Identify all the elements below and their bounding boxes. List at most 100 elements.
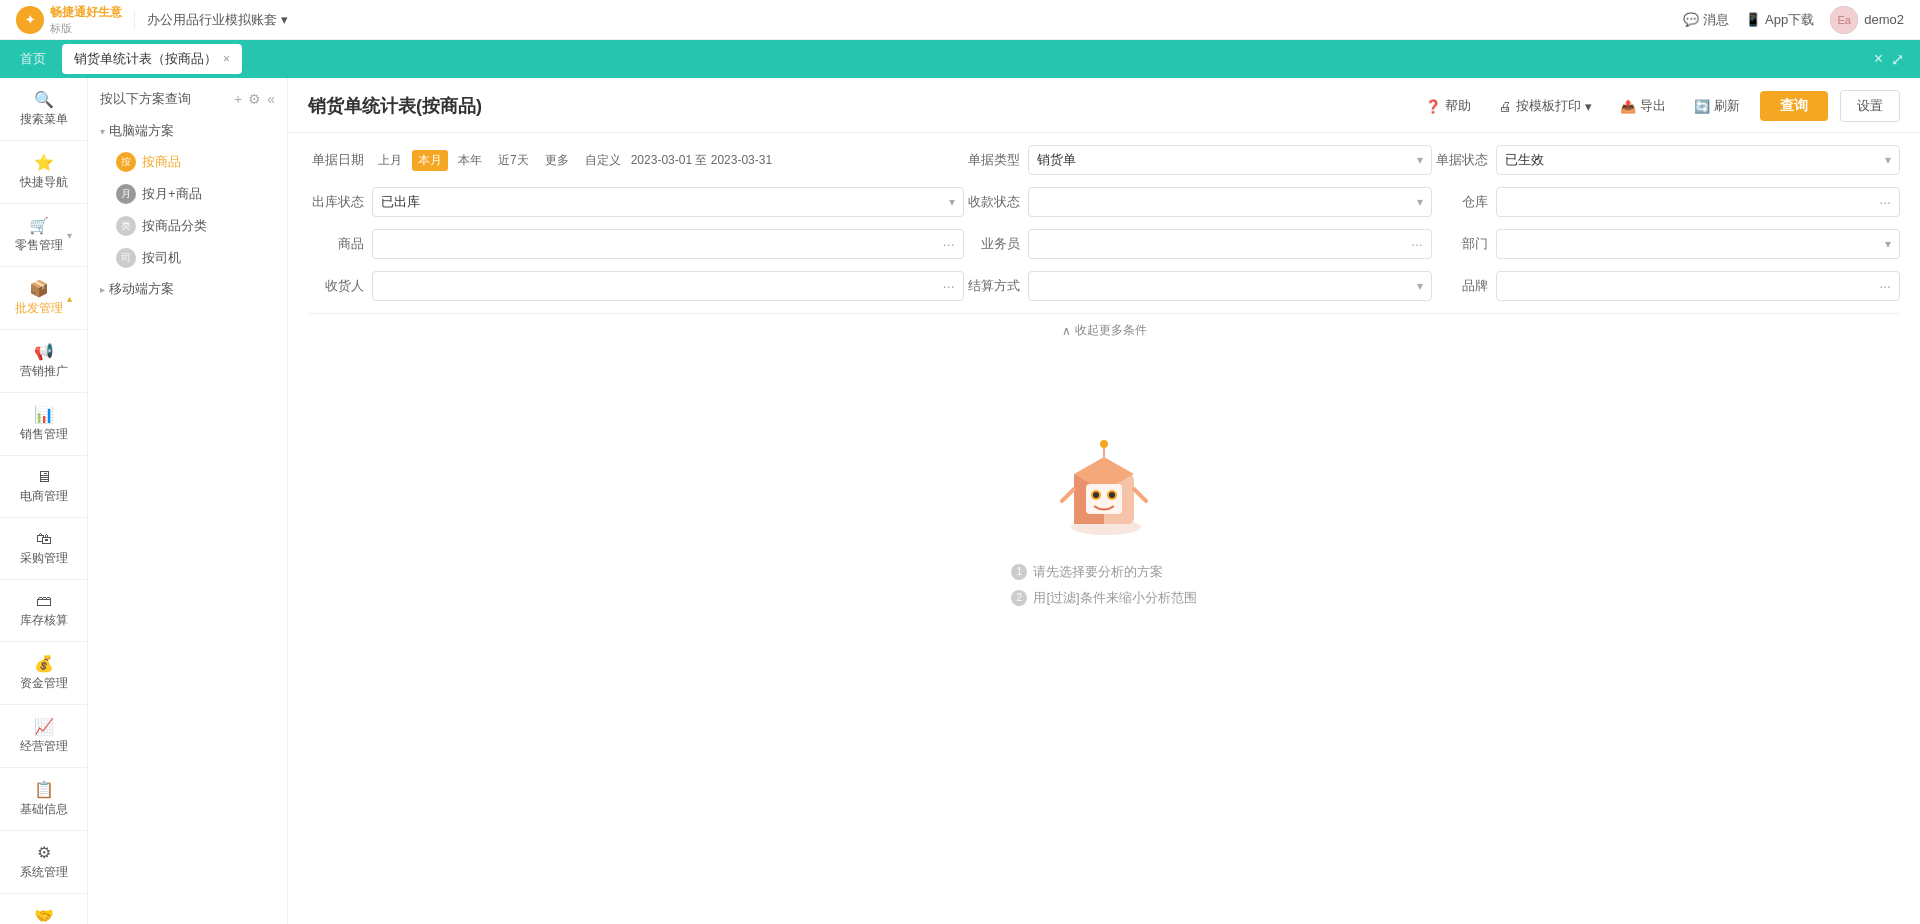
tab-home[interactable]: 首页 bbox=[8, 44, 58, 74]
sidebar-item-basic-info[interactable]: 📋 基础信息 bbox=[0, 768, 87, 831]
tab-maximize-icon[interactable]: ⤢ bbox=[1891, 50, 1904, 69]
industry-selector[interactable]: 办公用品行业模拟账套 ▾ bbox=[147, 11, 288, 29]
sidebar-item-management[interactable]: 📈 经营管理 bbox=[0, 705, 87, 768]
filter-row-4: 收货人 ··· 结算方式 品牌 bbox=[308, 271, 1900, 301]
filter-cell-staff: 业务员 ··· bbox=[964, 229, 1432, 259]
warehouse-more-icon[interactable]: ··· bbox=[1879, 194, 1891, 210]
brand-control[interactable]: ··· bbox=[1496, 271, 1900, 301]
sidebar-item-sales[interactable]: 📊 销售管理 bbox=[0, 393, 87, 456]
refresh-btn[interactable]: 🔄 刷新 bbox=[1686, 93, 1748, 119]
payment-status-dropdown-icon bbox=[1417, 195, 1423, 209]
filter-cell-recipient: 收货人 ··· bbox=[308, 271, 964, 301]
chevron-down-icon: ▾ bbox=[281, 12, 288, 27]
tab-close-icon[interactable]: × bbox=[223, 52, 230, 66]
tree-child-by-goods[interactable]: 按 按商品 bbox=[104, 146, 287, 178]
sidebar-item-cooperation[interactable]: 🤝 企业协同 bbox=[0, 894, 87, 924]
warehouse-control[interactable]: ··· bbox=[1496, 187, 1900, 217]
sidebar-item-wholesale[interactable]: 📦 批发管理 ▴ bbox=[0, 267, 87, 330]
page-actions: ❓ 帮助 🖨 按模板打印 ▾ 📤 导出 🔄 刷新 bbox=[1417, 90, 1900, 122]
sidebar-item-system[interactable]: ⚙ 系统管理 bbox=[0, 831, 87, 894]
warehouse-label: 仓库 bbox=[1432, 193, 1488, 211]
sidebar-item-ecommerce[interactable]: 🖥 电商管理 bbox=[0, 456, 87, 518]
export-btn[interactable]: 📤 导出 bbox=[1612, 93, 1674, 119]
collapse-panel-btn[interactable]: « bbox=[267, 91, 275, 107]
collapse-bar[interactable]: ∧ 收起更多条件 bbox=[308, 313, 1900, 347]
empty-illustration bbox=[1044, 419, 1164, 539]
header-sep bbox=[134, 10, 135, 30]
logo-text: 畅捷通好生意 标版 bbox=[50, 4, 122, 36]
date-tab-more[interactable]: 更多 bbox=[539, 150, 575, 171]
date-tab-this-year[interactable]: 本年 bbox=[452, 150, 488, 171]
date-tab-this-month[interactable]: 本月 bbox=[412, 150, 448, 171]
warehouse-status-dropdown-icon bbox=[949, 195, 955, 209]
tree-child-by-month-goods[interactable]: 月 按月+商品 bbox=[104, 178, 287, 210]
sidebar-item-quick-nav[interactable]: ⭐ 快捷导航 bbox=[0, 141, 87, 204]
page-title: 销货单统计表(按商品) bbox=[308, 94, 482, 118]
filter-cell-warehouse: 仓库 ··· bbox=[1432, 187, 1900, 217]
empty-tips: 1 请先选择要分析的方案 2 用[过滤]条件来缩小分析范围 bbox=[1011, 559, 1196, 611]
recipient-more-icon[interactable]: ··· bbox=[943, 278, 955, 294]
sidebar-item-inventory[interactable]: 🗃 库存核算 bbox=[0, 580, 87, 642]
tree-group-mobile: ▸ 移动端方案 bbox=[88, 274, 287, 304]
date-tab-last-month[interactable]: 上月 bbox=[372, 150, 408, 171]
message-btn[interactable]: 💬 消息 bbox=[1683, 11, 1729, 29]
sidebar-item-search[interactable]: 🔍 搜索菜单 bbox=[0, 78, 87, 141]
left-panel: 按以下方案查询 + ⚙ « ▾ 电脑端方案 按 按商品 bbox=[88, 78, 288, 924]
sidebar-item-finance[interactable]: 💰 资金管理 bbox=[0, 642, 87, 705]
refresh-icon: 🔄 bbox=[1694, 99, 1710, 114]
recipient-control[interactable]: ··· bbox=[372, 271, 964, 301]
tree-arrow-mobile-icon: ▸ bbox=[100, 284, 105, 295]
add-scheme-btn[interactable]: + bbox=[234, 91, 242, 107]
filter-row-3: 商品 ··· 业务员 ··· 部门 bbox=[308, 229, 1900, 259]
tree-child-by-category[interactable]: 类 按商品分类 bbox=[104, 210, 287, 242]
date-tabs: 上月 本月 本年 近7天 更多 自定义 bbox=[372, 150, 627, 171]
left-panel-title: 按以下方案查询 bbox=[100, 90, 191, 108]
scheme-icon-goods: 按 bbox=[116, 152, 136, 172]
sidebar-item-retail[interactable]: 🛒 零售管理 ▾ bbox=[0, 204, 87, 267]
print-btn[interactable]: 🖨 按模板打印 ▾ bbox=[1491, 93, 1600, 119]
tab-minimize-icon[interactable]: × bbox=[1874, 50, 1883, 68]
user-area[interactable]: Ea demo2 bbox=[1830, 6, 1904, 34]
settings-scheme-btn[interactable]: ⚙ bbox=[248, 91, 261, 107]
sidebar-item-marketing[interactable]: 📢 营销推广 bbox=[0, 330, 87, 393]
goods-more-icon[interactable]: ··· bbox=[943, 236, 955, 252]
type-label: 单据类型 bbox=[964, 151, 1020, 169]
settings-button[interactable]: 设置 bbox=[1840, 90, 1900, 122]
goods-label: 商品 bbox=[308, 235, 364, 253]
staff-control[interactable]: ··· bbox=[1028, 229, 1432, 259]
svg-point-7 bbox=[1093, 492, 1099, 498]
main-panel: 销货单统计表(按商品) ❓ 帮助 🖨 按模板打印 ▾ 📤 导出 bbox=[288, 78, 1920, 924]
warehouse-status-control[interactable]: 已出库 bbox=[372, 187, 964, 217]
tree-child-by-driver[interactable]: 司 按司机 bbox=[104, 242, 287, 274]
download-icon: 📱 bbox=[1745, 12, 1761, 27]
filter-cell-warehouse-status: 出库状态 已出库 bbox=[308, 187, 964, 217]
help-btn[interactable]: ❓ 帮助 bbox=[1417, 93, 1479, 119]
filter-cell-brand: 品牌 ··· bbox=[1432, 271, 1900, 301]
brand-more-icon[interactable]: ··· bbox=[1879, 278, 1891, 294]
type-control[interactable]: 销货单 bbox=[1028, 145, 1432, 175]
tree-parent-desktop[interactable]: ▾ 电脑端方案 bbox=[88, 116, 287, 146]
dept-control[interactable] bbox=[1496, 229, 1900, 259]
app-download-btn[interactable]: 📱 App下载 bbox=[1745, 11, 1814, 29]
goods-control[interactable]: ··· bbox=[372, 229, 964, 259]
svg-point-8 bbox=[1109, 492, 1115, 498]
sidebar-item-purchase[interactable]: 🛍 采购管理 bbox=[0, 518, 87, 580]
date-range: 2023-03-01 至 2023-03-31 bbox=[631, 152, 772, 169]
header-left: ✦ 畅捷通好生意 标版 办公用品行业模拟账套 ▾ bbox=[16, 4, 288, 36]
tree-group-desktop: ▾ 电脑端方案 按 按商品 月 按月+商品 类 按商品分类 bbox=[88, 116, 287, 274]
filter-cell-payment-status: 收款状态 bbox=[964, 187, 1432, 217]
payment-method-control[interactable] bbox=[1028, 271, 1432, 301]
date-tab-7days[interactable]: 近7天 bbox=[492, 150, 535, 171]
status-label: 单据状态 bbox=[1432, 151, 1488, 169]
date-tab-custom[interactable]: 自定义 bbox=[579, 150, 627, 171]
staff-more-icon[interactable]: ··· bbox=[1411, 236, 1423, 252]
payment-status-control[interactable] bbox=[1028, 187, 1432, 217]
payment-status-label: 收款状态 bbox=[964, 193, 1020, 211]
filter-form: 单据日期 上月 本月 本年 近7天 更多 自定义 2023-03-01 至 20… bbox=[288, 133, 1920, 359]
help-icon: ❓ bbox=[1425, 99, 1441, 114]
query-button[interactable]: 查询 bbox=[1760, 91, 1828, 121]
tab-active[interactable]: 销货单统计表（按商品） × bbox=[62, 44, 242, 74]
status-control[interactable]: 已生效 bbox=[1496, 145, 1900, 175]
tree-parent-mobile[interactable]: ▸ 移动端方案 bbox=[88, 274, 287, 304]
scheme-icon-category: 类 bbox=[116, 216, 136, 236]
